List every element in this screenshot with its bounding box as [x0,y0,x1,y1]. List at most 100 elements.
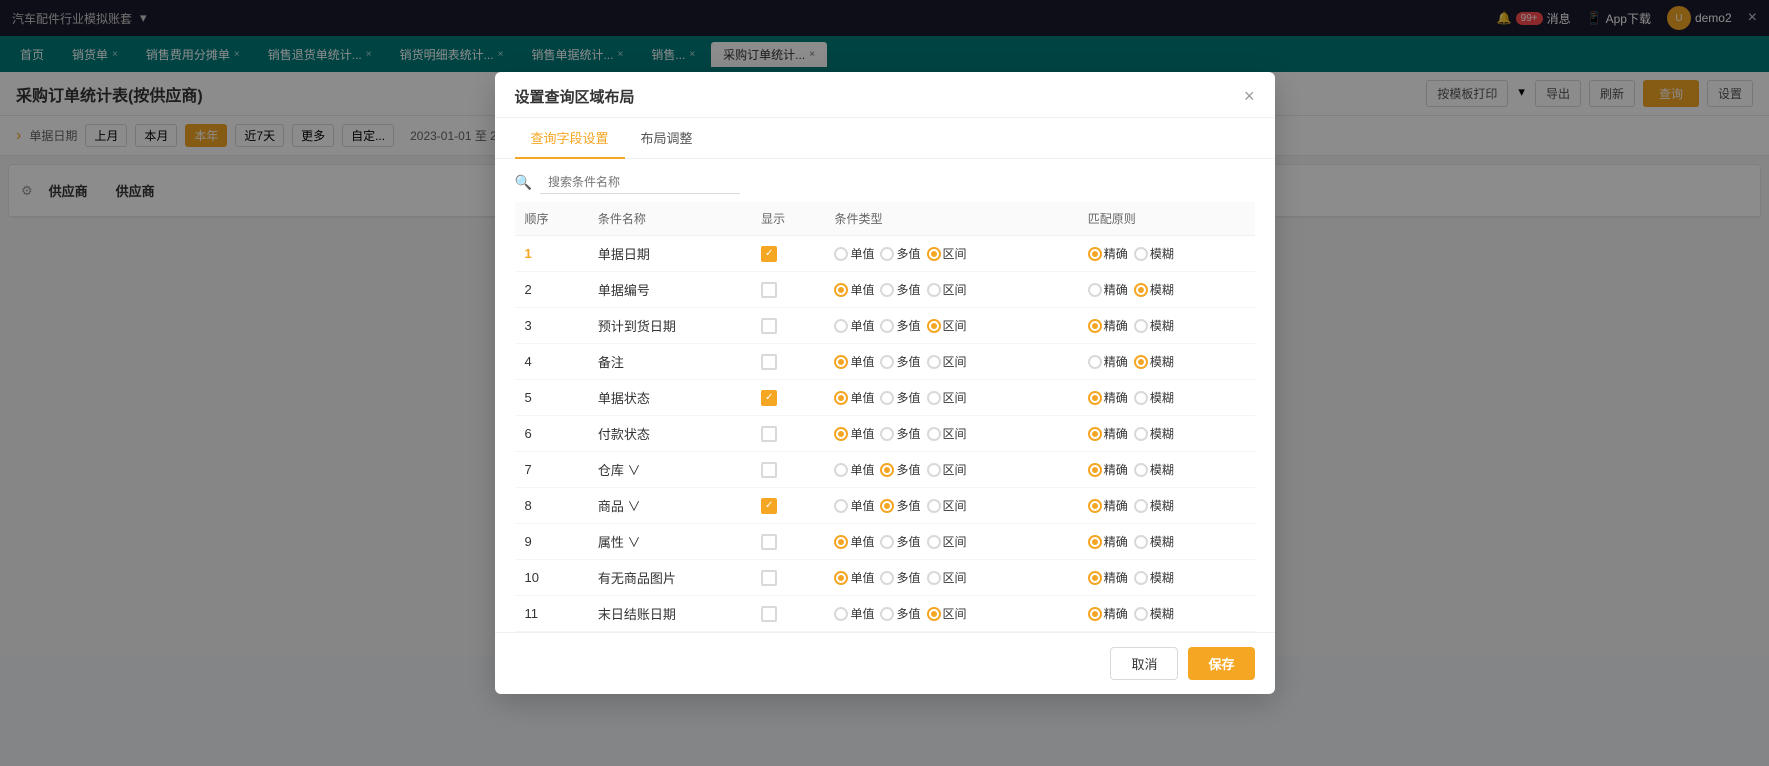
match-type-radio-item[interactable]: 模糊 [1134,353,1174,370]
match-type-radio-item[interactable]: 精确 [1088,497,1128,514]
save-button[interactable]: 保存 [1188,647,1254,680]
match-type-radio-item[interactable]: 精确 [1088,389,1128,406]
cond-type-radio-item[interactable]: 区间 [927,605,967,622]
cond-type-radio-item[interactable]: 多值 [880,281,920,298]
tab-field-settings-label: 查询字段设置 [531,131,609,146]
cond-type-radio-item[interactable]: 单值 [834,317,874,334]
row-display-checkbox[interactable] [751,272,824,308]
cond-type-radio-item[interactable]: 单值 [834,605,874,622]
radio-label: 模糊 [1150,353,1174,370]
row-match-types: 精确模糊 [1078,596,1255,632]
cond-type-radio-item[interactable]: 区间 [927,317,967,334]
cond-type-radio-item[interactable]: 多值 [880,353,920,370]
checkbox[interactable] [761,534,777,550]
cond-type-radio-item[interactable]: 区间 [927,569,967,586]
dialog-search-area: 🔍 [495,159,1275,202]
match-type-radio-item[interactable]: 精确 [1088,533,1128,550]
checkbox[interactable] [761,606,777,622]
match-type-radio-item[interactable]: 模糊 [1134,569,1174,586]
match-type-radio-item[interactable]: 模糊 [1134,281,1174,298]
cond-type-radio-item[interactable]: 单值 [834,389,874,406]
checkbox[interactable] [761,318,777,334]
match-type-radio-item[interactable]: 模糊 [1134,245,1174,262]
cond-type-radio-item[interactable]: 多值 [880,461,920,478]
match-type-radio-item[interactable]: 模糊 [1134,533,1174,550]
match-type-radio-item[interactable]: 模糊 [1134,605,1174,622]
radio-label: 模糊 [1150,317,1174,334]
match-type-radio-item[interactable]: 精确 [1088,461,1128,478]
table-header-row: 顺序 条件名称 显示 条件类型 匹配原则 [515,202,1255,236]
match-type-radio-item[interactable]: 精确 [1088,245,1128,262]
row-cond-types: 单值多值 区间 [824,452,1077,488]
cond-type-radio-item[interactable]: 区间 [927,389,967,406]
checkbox[interactable] [761,246,777,262]
checkbox[interactable] [761,282,777,298]
row-name: 预计到货日期 [588,308,751,344]
match-type-radio-item[interactable]: 精确 [1088,317,1128,334]
cond-type-radio-item[interactable]: 单值 [834,497,874,514]
checkbox[interactable] [761,498,777,514]
radio-label: 多值 [896,389,920,406]
cond-type-radio-item[interactable]: 区间 [927,245,967,262]
cond-type-radio-item[interactable]: 单值 [834,245,874,262]
cond-type-radio-item[interactable]: 多值 [880,317,920,334]
row-display-checkbox[interactable] [751,524,824,560]
match-type-radio-item[interactable]: 精确 [1088,605,1128,622]
checkbox[interactable] [761,426,777,442]
match-type-radio-item[interactable]: 模糊 [1134,389,1174,406]
checkbox[interactable] [761,354,777,370]
match-type-radio-item[interactable]: 模糊 [1134,425,1174,442]
radio-label: 区间 [943,461,967,478]
row-cond-types: 单值 多值区间 [824,380,1077,416]
cond-type-radio-item[interactable]: 单值 [834,461,874,478]
tab-layout-adjust[interactable]: 布局调整 [625,118,709,159]
row-display-checkbox[interactable] [751,452,824,488]
cond-type-radio-item[interactable]: 多值 [880,425,920,442]
radio-label: 区间 [943,569,967,586]
row-match-types: 精确模糊 [1078,236,1255,272]
cond-type-radio-item[interactable]: 区间 [927,461,967,478]
row-name: 单据状态 [588,380,751,416]
cond-type-radio-item[interactable]: 单值 [834,353,874,370]
cond-type-radio-item[interactable]: 单值 [834,533,874,550]
match-type-radio-item[interactable]: 模糊 [1134,461,1174,478]
radio-circle [1088,427,1102,441]
cond-type-radio-item[interactable]: 多值 [880,245,920,262]
row-display-checkbox[interactable] [751,380,824,416]
cond-type-radio-item[interactable]: 多值 [880,533,920,550]
cancel-button[interactable]: 取消 [1110,647,1178,680]
cond-type-radio-item[interactable]: 区间 [927,353,967,370]
match-type-radio-item[interactable]: 精确 [1088,353,1128,370]
cond-type-radio-item[interactable]: 单值 [834,425,874,442]
row-display-checkbox[interactable] [751,488,824,524]
match-type-radio-item[interactable]: 模糊 [1134,317,1174,334]
cond-type-radio-item[interactable]: 单值 [834,281,874,298]
search-input[interactable] [540,171,740,194]
cond-type-radio-item[interactable]: 多值 [880,497,920,514]
cond-type-radio-item[interactable]: 单值 [834,569,874,586]
cond-type-radio-item[interactable]: 区间 [927,281,967,298]
cond-type-radio-item[interactable]: 区间 [927,497,967,514]
tab-field-settings[interactable]: 查询字段设置 [515,118,625,159]
row-display-checkbox[interactable] [751,236,824,272]
row-display-checkbox[interactable] [751,416,824,452]
row-display-checkbox[interactable] [751,308,824,344]
dialog-close-button[interactable]: × [1244,86,1255,107]
radio-circle [880,499,894,513]
checkbox[interactable] [761,390,777,406]
checkbox[interactable] [761,462,777,478]
match-type-radio-item[interactable]: 精确 [1088,281,1128,298]
match-type-radio-item[interactable]: 模糊 [1134,497,1174,514]
match-type-radio-item[interactable]: 精确 [1088,569,1128,586]
row-display-checkbox[interactable] [751,560,824,596]
row-display-checkbox[interactable] [751,596,824,632]
row-display-checkbox[interactable] [751,344,824,380]
cond-type-radio-item[interactable]: 区间 [927,425,967,442]
cond-type-radio-item[interactable]: 多值 [880,569,920,586]
row-order: 9 [515,524,588,560]
cond-type-radio-item[interactable]: 多值 [880,605,920,622]
checkbox[interactable] [761,570,777,586]
cond-type-radio-item[interactable]: 区间 [927,533,967,550]
match-type-radio-item[interactable]: 精确 [1088,425,1128,442]
cond-type-radio-item[interactable]: 多值 [880,389,920,406]
